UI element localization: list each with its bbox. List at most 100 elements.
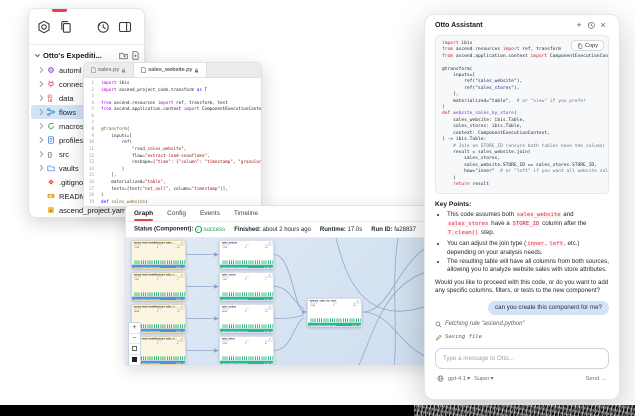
active-tool-indicator <box>52 9 67 12</box>
new-folder-icon[interactable] <box>119 51 128 60</box>
pencil-icon <box>435 334 442 341</box>
braces-icon: {} <box>46 150 56 158</box>
chevron-down-icon: ▾ <box>490 375 494 382</box>
tab-sales-py[interactable]: sales.py <box>84 63 135 77</box>
tab-graph[interactable]: Graph <box>134 207 154 221</box>
tab-timeline[interactable]: Timeline <box>234 207 258 221</box>
status-bar: Status (Component): ✓ success Finished: a… <box>126 222 444 238</box>
key-points-title: Key Points: <box>435 201 472 209</box>
tab-config[interactable]: Config <box>167 207 186 221</box>
chevron-right-icon <box>39 136 46 144</box>
git-icon <box>46 178 56 186</box>
lock-icon <box>122 67 126 72</box>
activity-saving-file: Saving file <box>435 334 609 341</box>
zoom-out-button[interactable]: − <box>129 333 140 344</box>
run-id-value: fa28837 <box>394 226 416 233</box>
key-point: You can adjust the join type (inner, lef… <box>447 240 609 257</box>
graph-node-sales_stores[interactable]: sales_stores ▤ ⋮ Records 1.4K Tests 2 Partitio… <box>219 272 274 301</box>
status-badge: ✓ success <box>195 226 226 233</box>
assistant-header: Otto Assistant + × <box>425 15 619 35</box>
assistant-footer: gpt-4.1 ▾ Super ▾ Send → <box>435 369 609 389</box>
globe-icon <box>437 375 444 382</box>
key-point: The resulting table will have all column… <box>447 258 609 274</box>
graph-canvas[interactable]: extract-load-snowflake/read_sales_websit… <box>126 238 444 365</box>
activity-sparkline <box>134 292 185 296</box>
project-name: Otto's Expediti... <box>43 50 102 60</box>
new-chat-icon[interactable]: + <box>573 20 585 30</box>
mode-selector[interactable]: Super ▾ <box>474 376 493 382</box>
run-id-label: Run ID: <box>371 226 393 233</box>
markdown-icon: M <box>46 192 56 200</box>
files-icon[interactable] <box>57 18 74 35</box>
send-button[interactable]: Send → <box>586 376 607 382</box>
zoom-toolbar: + − <box>128 322 141 365</box>
minimap-button[interactable] <box>129 354 140 365</box>
zoom-in-button[interactable]: + <box>129 323 140 334</box>
file-icon <box>91 67 96 73</box>
model-selector[interactable]: gpt-4.1 ▾ <box>448 376 470 382</box>
editor-tabbar: sales.py sales_website.py <box>84 63 261 78</box>
assistant-code-block: Copy import ibis from ascend.resources im… <box>435 35 609 195</box>
yaml-icon: a <box>46 206 56 214</box>
file-icon <box>141 67 146 73</box>
macro-icon <box>46 122 56 130</box>
new-file-icon[interactable] <box>131 50 140 60</box>
graph-node-website_sales_by_store[interactable]: website_sales_by_store ▤ ⋮ Records 2.1M Test… <box>307 298 362 327</box>
panel-right-icon[interactable] <box>116 18 133 35</box>
chevron-right-icon <box>39 150 46 158</box>
activity-fetching-rule: Fetching rule "ascend.python" <box>435 321 609 328</box>
lock-icon <box>195 67 199 72</box>
assistant-title: Otto Assistant <box>435 21 483 29</box>
search-icon <box>435 321 442 327</box>
binary-icon: 01 10 <box>46 94 56 102</box>
project-root-row[interactable]: Otto's Expediti... <box>29 48 144 62</box>
activity-sparkline <box>310 318 361 322</box>
noise-strip <box>414 405 635 416</box>
activity-sparkline <box>222 356 273 360</box>
tab-sales-website-py[interactable]: sales_website.py <box>134 63 208 77</box>
chevron-right-icon <box>39 94 46 102</box>
tab-events[interactable]: Events <box>200 207 220 221</box>
desktop: Otto's Expediti... automl connections 01 10… <box>0 0 635 416</box>
svg-text:10: 10 <box>48 98 53 102</box>
plug-icon <box>46 80 56 88</box>
line-numbers: 1 2 3 4 5 6 7 8 9 10 11 12 13 14 15 16 17 18 19 <box>88 81 94 205</box>
history-icon[interactable] <box>94 18 111 35</box>
chevron-right-icon <box>39 66 46 74</box>
history-icon[interactable] <box>585 21 597 30</box>
folder-icon <box>46 164 56 172</box>
chevron-right-icon <box>39 108 46 116</box>
assistant-question: Would you like to proceed with this code… <box>435 278 609 294</box>
graph-node-extract-load-snowflake/read_sales_website[interactable]: extract-load-snowflake/read_sales_websit… <box>131 240 186 269</box>
fit-view-button[interactable] <box>129 344 140 355</box>
explorer-toolbar <box>29 9 144 45</box>
runtime-value: 17.0s <box>347 226 363 233</box>
chevron-down-icon <box>35 53 40 57</box>
runtime-label: Runtime: <box>319 226 346 233</box>
pipeline-window: Graph Config Events Timeline Status (Com… <box>125 205 445 366</box>
copy-button[interactable]: Copy <box>571 40 604 51</box>
hexagon-gear-icon[interactable] <box>35 18 52 35</box>
code-editor-window: sales.py sales_website.py 1 2 3 4 5 6 7 8 9 10 11 1… <box>83 62 262 207</box>
flow-icon <box>46 108 56 116</box>
chevron-down-icon: ▾ <box>467 375 470 382</box>
assistant-conversation: Copy import ibis from ascend.resources im… <box>425 35 619 399</box>
status-label: Status (Component): <box>134 226 194 233</box>
chevron-right-icon <box>39 80 46 88</box>
svg-text:M: M <box>49 194 52 198</box>
key-point: This code assumes both sales_website and… <box>447 211 609 237</box>
editor-code[interactable]: import ibis import ascend_project_code.tr… <box>97 78 261 206</box>
activity-sparkline <box>134 260 185 264</box>
user-message-bubble: can you create this component for me? <box>488 300 609 315</box>
send-arrow-icon: → <box>601 375 607 382</box>
graph-node-sales_orders[interactable]: sales_orders ▤ ⋮ Records 860K Tests 3 Partitio… <box>219 304 274 333</box>
chat-input[interactable] <box>435 347 609 369</box>
graph-node-sales_items[interactable]: sales_items ▤ ⋮ Records 312K Tests 2 Partition… <box>219 336 274 365</box>
close-icon[interactable]: × <box>597 20 609 30</box>
otto-assistant-panel: Otto Assistant + × Copy import ibis from … <box>424 14 620 400</box>
chevron-right-icon <box>39 122 46 130</box>
graph-node-sales_website[interactable]: sales_website ▤ ⋮ Records 2.1M Tests 4 Partiti… <box>219 240 274 269</box>
svg-text:{}: {} <box>48 152 53 158</box>
graph-node-extract-load-snowflake/read_sales_stores[interactable]: extract-load-snowflake/read_sales_stores… <box>131 272 186 301</box>
activity-sparkline <box>222 292 273 296</box>
